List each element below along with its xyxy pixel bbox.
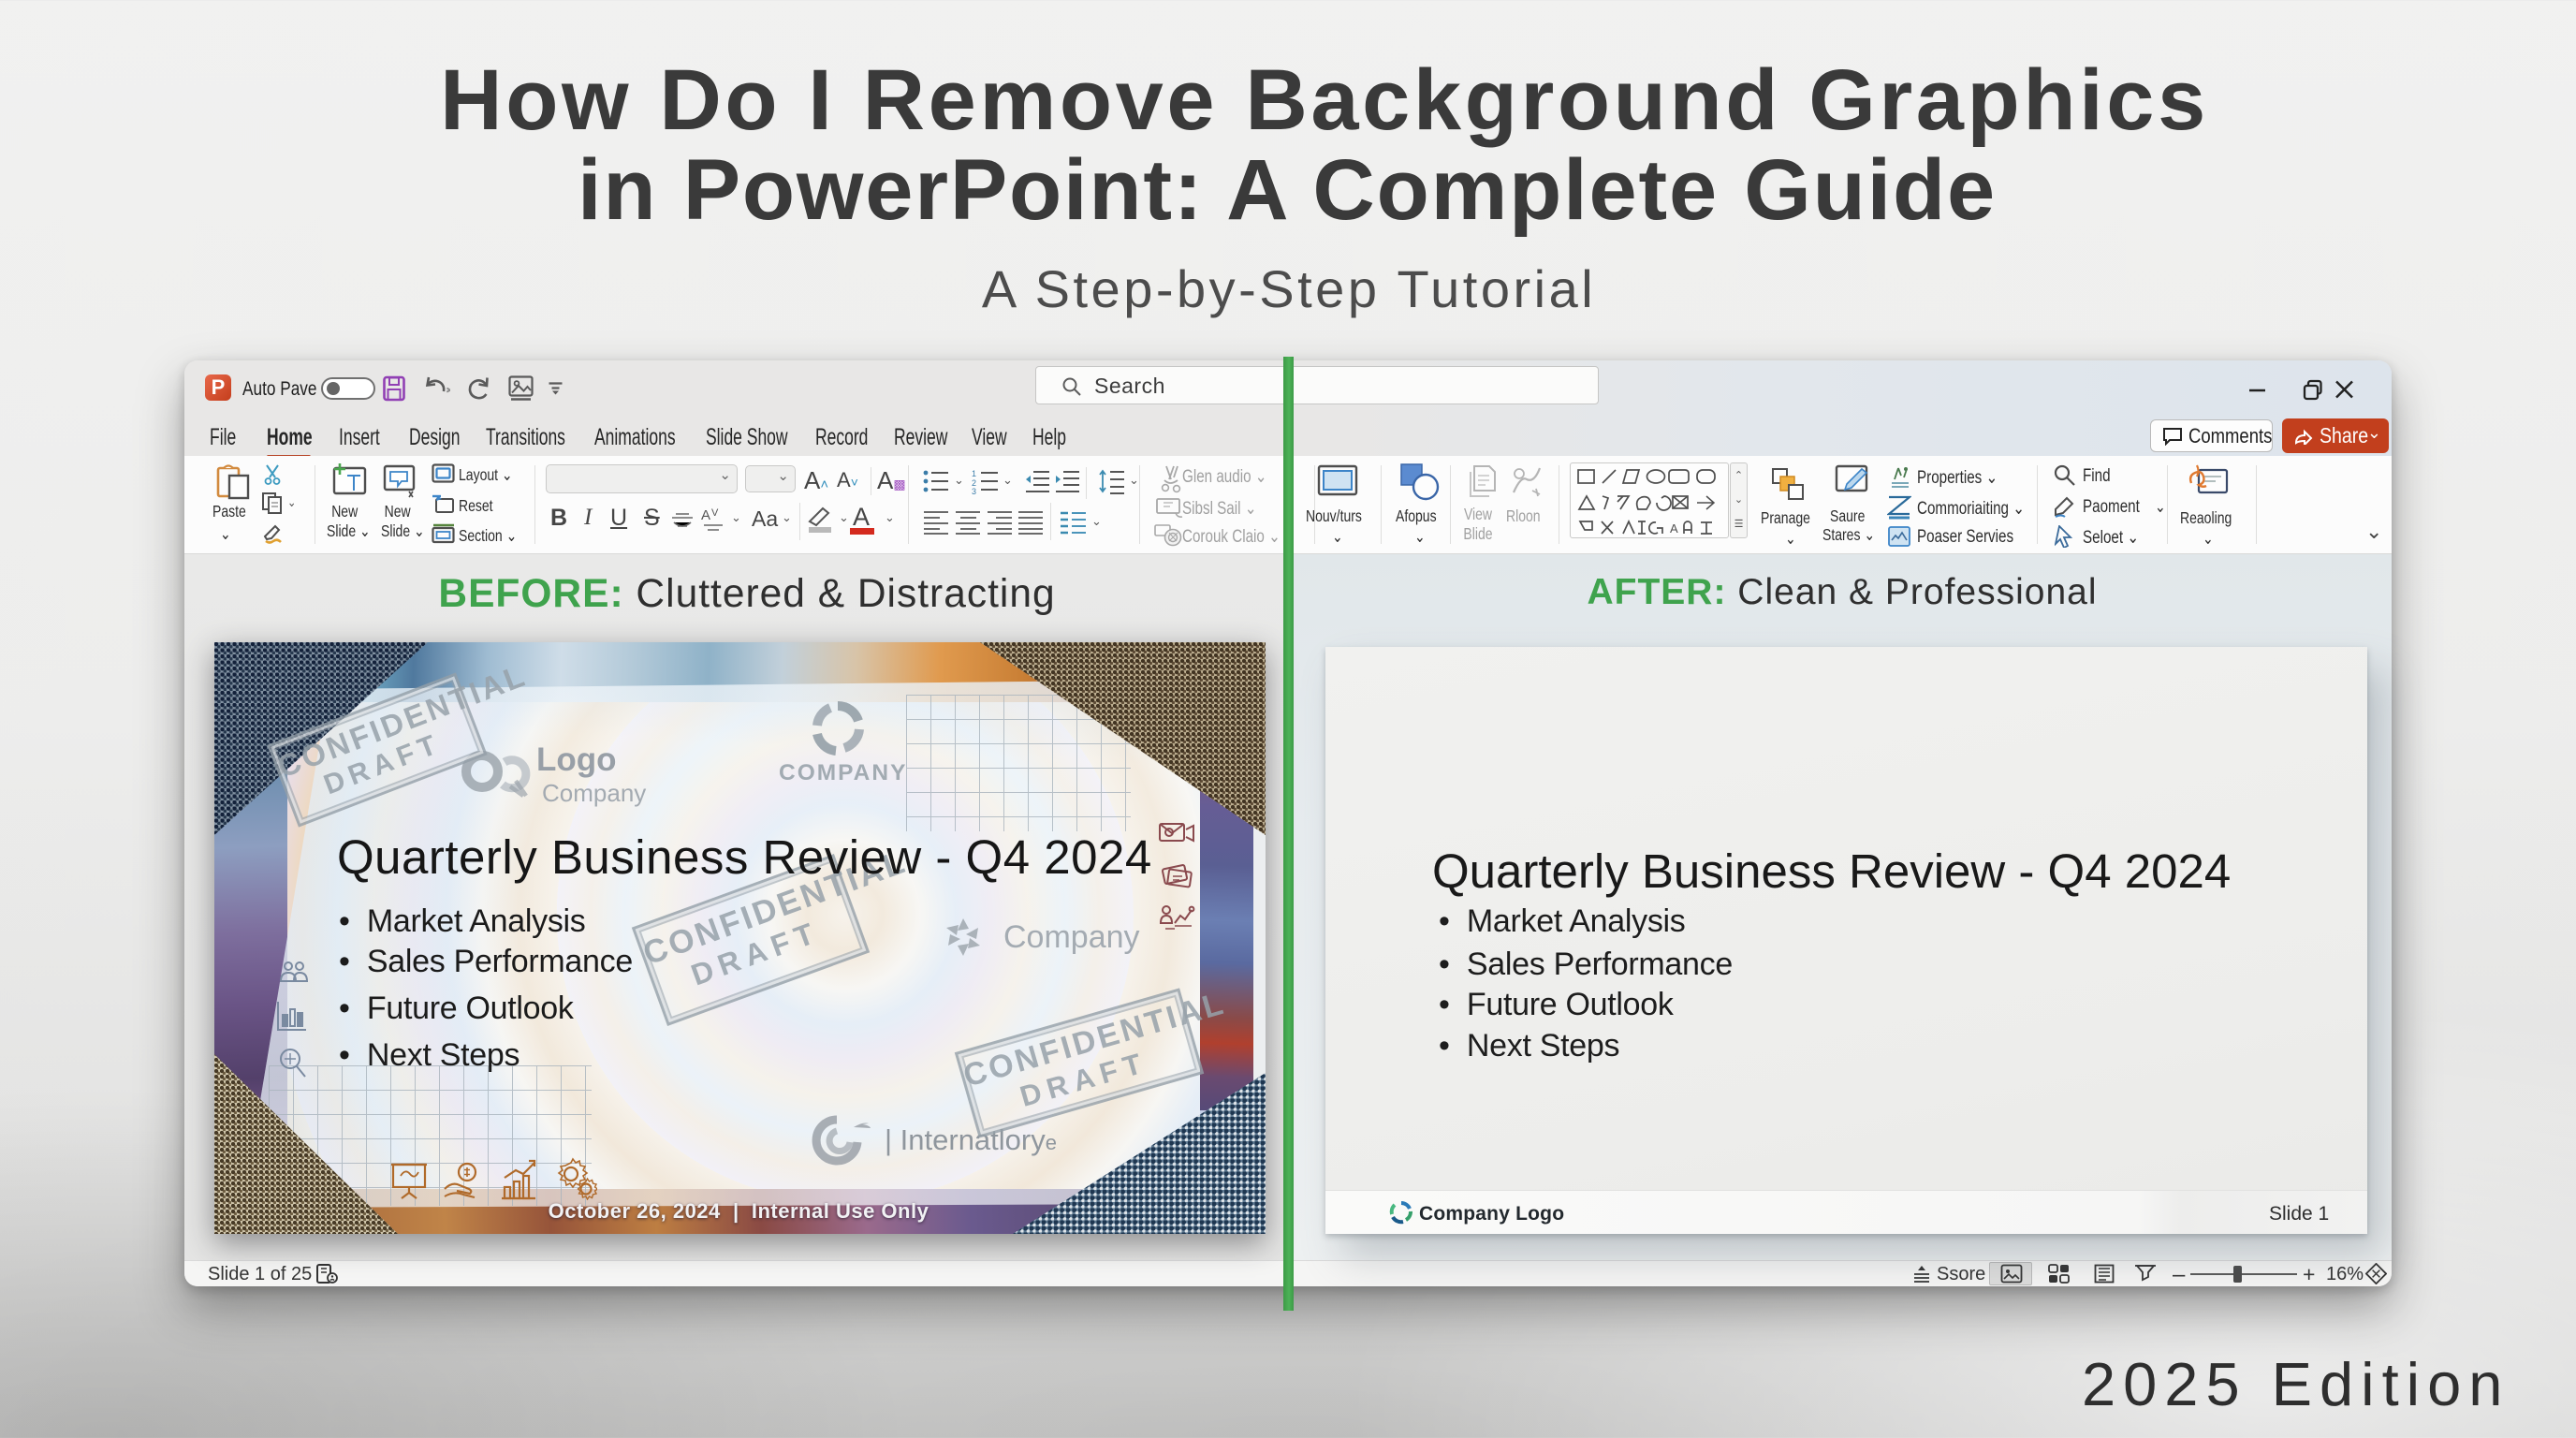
svg-text:3: 3 — [972, 487, 976, 494]
svg-text:1: 1 — [972, 469, 976, 478]
svg-text:A: A — [701, 507, 710, 523]
svg-text:V: V — [711, 507, 719, 519]
svg-text:A: A — [1670, 521, 1678, 535]
